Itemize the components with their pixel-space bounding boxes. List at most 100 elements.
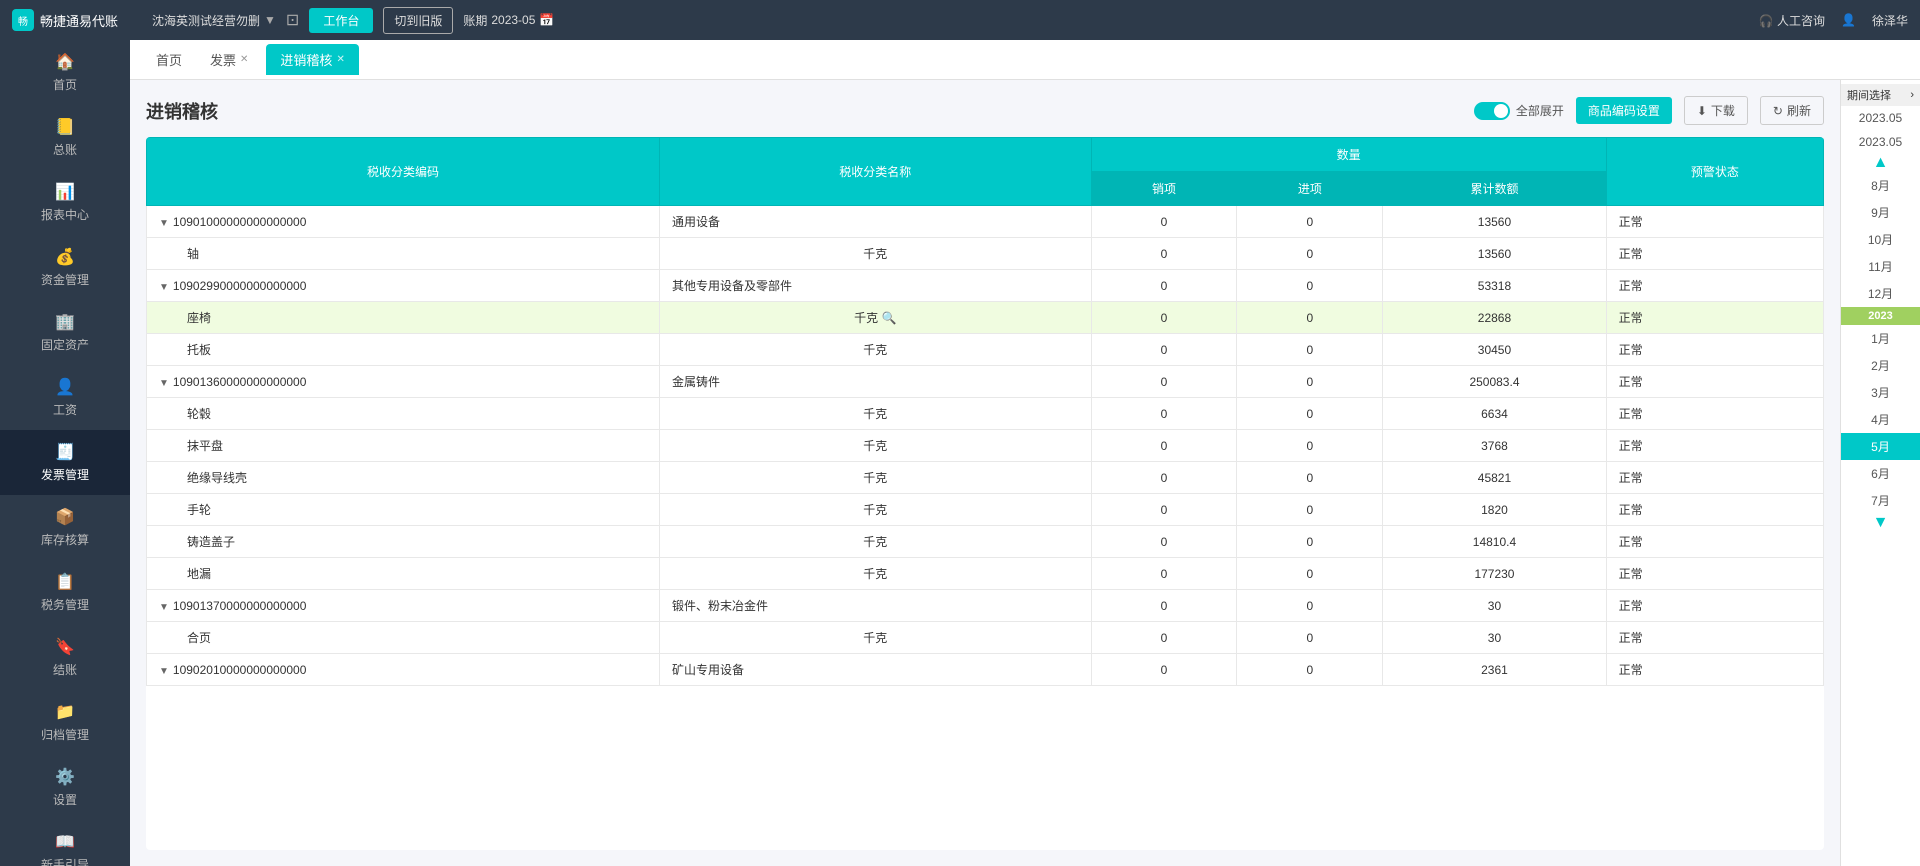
table-cell-total: 30 bbox=[1383, 622, 1606, 654]
sidebar-item-home[interactable]: 🏠 首页 bbox=[0, 40, 130, 105]
table-cell-status: 正常 bbox=[1606, 334, 1823, 366]
inventory-icon: 📦 bbox=[55, 507, 75, 527]
table-cell-name: 千克 bbox=[660, 430, 1092, 462]
period-month-4[interactable]: 4月 bbox=[1841, 406, 1920, 433]
user-avatar[interactable]: 👤 bbox=[1841, 13, 1856, 27]
company-selector[interactable]: 沈海英测试经营勿删 ▼ bbox=[152, 12, 276, 29]
main-layout: 🏠 首页 📒 总账 📊 报表中心 💰 资金管理 🏢 固定资产 👤 工资 🧾 发票… bbox=[0, 40, 1920, 866]
sidebar-item-archive[interactable]: 📁 归档管理 bbox=[0, 690, 130, 755]
table-cell-total: 14810.4 bbox=[1383, 526, 1606, 558]
save-icon[interactable]: ⊡ bbox=[286, 10, 299, 30]
table-cell-code: 地漏 bbox=[147, 558, 660, 590]
table-cell-status: 正常 bbox=[1606, 622, 1823, 654]
period-row-2023-05a[interactable]: 2023.05 bbox=[1841, 106, 1920, 130]
period-month-1[interactable]: 1月 bbox=[1841, 325, 1920, 352]
refresh-button[interactable]: ↻ 刷新 bbox=[1760, 96, 1824, 125]
sidebar-label-guide: 新手引导 bbox=[41, 856, 89, 866]
tab-home[interactable]: 首页 bbox=[146, 44, 192, 75]
ledger-icon: 📒 bbox=[55, 117, 75, 137]
table-cell-status: 正常 bbox=[1606, 302, 1823, 334]
data-table-container: 税收分类编码 税收分类名称 数量 预警状态 销项 进项 累计数额 bbox=[146, 137, 1824, 850]
table-cell-name: 千克 bbox=[660, 238, 1092, 270]
sidebar-label-report: 报表中心 bbox=[41, 206, 89, 223]
sidebar-item-settings[interactable]: ⚙️ 设置 bbox=[0, 755, 130, 820]
page-title-bar: 进销稽核 全部展开 商品编码设置 ⬇ 下载 ↻ 刷新 bbox=[146, 96, 1824, 125]
page-main: 进销稽核 全部展开 商品编码设置 ⬇ 下载 ↻ 刷新 bbox=[130, 80, 1840, 866]
period-month-6[interactable]: 6月 bbox=[1841, 460, 1920, 487]
table-cell-status: 正常 bbox=[1606, 206, 1823, 238]
period-month-9[interactable]: 9月 bbox=[1841, 199, 1920, 226]
sidebar-item-invoice[interactable]: 🧾 发票管理 bbox=[0, 430, 130, 495]
table-cell-total: 2361 bbox=[1383, 654, 1606, 686]
table-cell-name: 千克 bbox=[660, 558, 1092, 590]
sidebar-item-assets[interactable]: 🏢 固定资产 bbox=[0, 300, 130, 365]
table-cell-purchase: 0 bbox=[1237, 526, 1383, 558]
table-cell-name: 千克 bbox=[660, 494, 1092, 526]
table-cell-sales: 0 bbox=[1091, 590, 1237, 622]
workspace-button[interactable]: 工作台 bbox=[309, 8, 373, 33]
table-cell-code: ▼10901000000000000000 bbox=[147, 206, 660, 238]
period-year-2023: 2023 bbox=[1841, 307, 1920, 325]
table-cell-purchase: 0 bbox=[1237, 462, 1383, 494]
sidebar: 🏠 首页 📒 总账 📊 报表中心 💰 资金管理 🏢 固定资产 👤 工资 🧾 发票… bbox=[0, 40, 130, 866]
tab-invoice-close[interactable]: ✕ bbox=[240, 54, 248, 65]
period-collapse-icon[interactable]: › bbox=[1910, 89, 1914, 101]
table-cell-name: 其他专用设备及零部件 bbox=[660, 270, 1092, 302]
expand-toggle[interactable]: 全部展开 bbox=[1474, 102, 1564, 120]
report-icon: 📊 bbox=[55, 182, 75, 202]
period-month-10[interactable]: 10月 bbox=[1841, 226, 1920, 253]
period-month-7[interactable]: 7月 bbox=[1841, 487, 1920, 514]
assets-icon: 🏢 bbox=[55, 312, 75, 332]
sidebar-item-tax[interactable]: 📋 税务管理 bbox=[0, 560, 130, 625]
period-panel: 期间选择 › 2023.05 2023.05 ▲ 8月 9月 10月 11月 1… bbox=[1840, 80, 1920, 866]
sidebar-item-ledger[interactable]: 📒 总账 bbox=[0, 105, 130, 170]
table-cell-sales: 0 bbox=[1091, 302, 1237, 334]
sidebar-item-inventory[interactable]: 📦 库存核算 bbox=[0, 495, 130, 560]
table-cell-sales: 0 bbox=[1091, 270, 1237, 302]
table-cell-name: 金属铸件 bbox=[660, 366, 1092, 398]
toggle-switch-control[interactable] bbox=[1474, 102, 1510, 120]
sidebar-label-ledger: 总账 bbox=[53, 141, 77, 158]
period-nav-up[interactable]: ▲ bbox=[1873, 154, 1889, 172]
period-month-11[interactable]: 11月 bbox=[1841, 253, 1920, 280]
table-cell-status: 正常 bbox=[1606, 462, 1823, 494]
period-month-12[interactable]: 12月 bbox=[1841, 280, 1920, 307]
period-month-3[interactable]: 3月 bbox=[1841, 379, 1920, 406]
period-row-2023-05b[interactable]: 2023.05 bbox=[1841, 130, 1920, 154]
sidebar-item-guide[interactable]: 📖 新手引导 bbox=[0, 820, 130, 866]
calendar-icon[interactable]: 📅 bbox=[539, 13, 554, 27]
table-cell-code: 抹平盘 bbox=[147, 430, 660, 462]
sidebar-item-payroll[interactable]: 👤 工资 bbox=[0, 365, 130, 430]
period-month-5[interactable]: 5月 bbox=[1841, 433, 1920, 460]
table-cell-code: ▼10901370000000000000 bbox=[147, 590, 660, 622]
period-month-8[interactable]: 8月 bbox=[1841, 172, 1920, 199]
download-button[interactable]: ⬇ 下载 bbox=[1684, 96, 1748, 125]
table-cell-name: 千克 bbox=[660, 526, 1092, 558]
period-nav-down[interactable]: ▼ bbox=[1873, 514, 1889, 532]
support-link[interactable]: 🎧 人工咨询 bbox=[1759, 12, 1825, 29]
table-cell-name: 矿山专用设备 bbox=[660, 654, 1092, 686]
sidebar-item-closing[interactable]: 🔖 结账 bbox=[0, 625, 130, 690]
sidebar-label-archive: 归档管理 bbox=[41, 726, 89, 743]
product-code-button[interactable]: 商品编码设置 bbox=[1576, 97, 1672, 124]
tab-reconciliation[interactable]: 进销稽核 ✕ bbox=[266, 44, 358, 75]
table-cell-sales: 0 bbox=[1091, 558, 1237, 590]
logo-icon: 畅 bbox=[12, 9, 34, 31]
table-cell-total: 53318 bbox=[1383, 270, 1606, 302]
sidebar-item-fund[interactable]: 💰 资金管理 bbox=[0, 235, 130, 300]
table-cell-name: 千克 bbox=[660, 398, 1092, 430]
sidebar-item-report[interactable]: 📊 报表中心 bbox=[0, 170, 130, 235]
tab-reconciliation-close[interactable]: ✕ bbox=[336, 54, 344, 65]
refresh-icon: ↻ bbox=[1773, 104, 1783, 118]
search-icon[interactable]: 🔍 bbox=[881, 311, 896, 325]
table-cell-sales: 0 bbox=[1091, 206, 1237, 238]
switch-version-button[interactable]: 切到旧版 bbox=[383, 7, 453, 34]
table-cell-code: 轮毂 bbox=[147, 398, 660, 430]
page-content: 进销稽核 全部展开 商品编码设置 ⬇ 下载 ↻ 刷新 bbox=[130, 80, 1920, 866]
headset-icon: 🎧 bbox=[1759, 14, 1774, 28]
tab-invoice[interactable]: 发票 ✕ bbox=[196, 44, 262, 75]
reconciliation-table: 税收分类编码 税收分类名称 数量 预警状态 销项 进项 累计数额 bbox=[146, 137, 1824, 686]
table-cell-sales: 0 bbox=[1091, 398, 1237, 430]
col-status: 预警状态 bbox=[1606, 138, 1823, 206]
period-month-2[interactable]: 2月 bbox=[1841, 352, 1920, 379]
